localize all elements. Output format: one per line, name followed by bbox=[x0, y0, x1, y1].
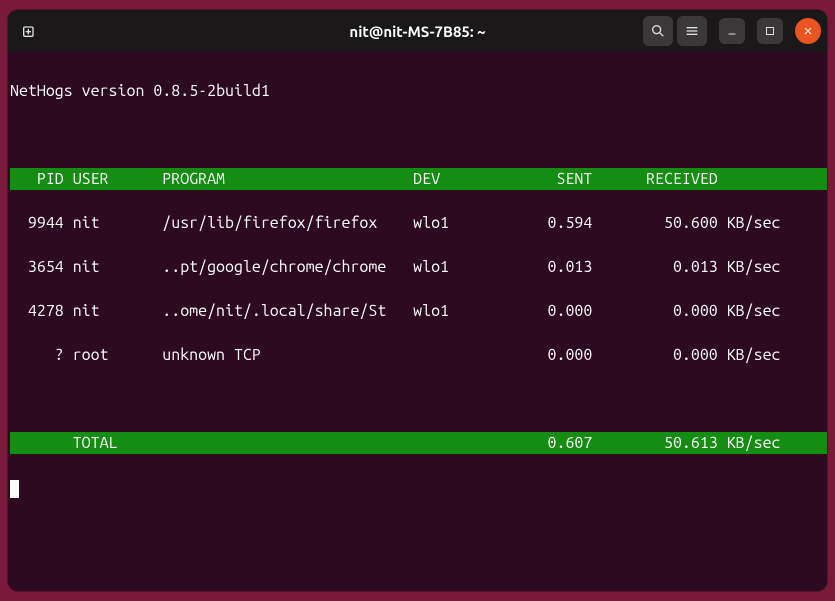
table-row: 3654nit..pt/google/chrome/chromewlo10.01… bbox=[10, 256, 827, 278]
col-user: USER bbox=[73, 168, 145, 190]
search-button[interactable] bbox=[643, 16, 673, 46]
table-row: ?rootunknown TCP0.0000.000KB/sec bbox=[10, 344, 827, 366]
table-row: 4278nit..ome/nit/.local/share/Stwlo10.00… bbox=[10, 300, 827, 322]
table-row: 9944nit/usr/lib/firefox/firefoxwlo10.594… bbox=[10, 212, 827, 234]
new-tab-button[interactable] bbox=[14, 16, 44, 46]
col-program: PROGRAM bbox=[162, 168, 413, 190]
col-dev: DEV bbox=[413, 168, 485, 190]
menu-button[interactable] bbox=[677, 16, 707, 46]
terminal-output[interactable]: NetHogs version 0.8.5-2build1 PID USER PRO… bbox=[8, 52, 827, 591]
col-received: RECEIVED bbox=[592, 168, 717, 190]
cursor bbox=[10, 480, 19, 498]
minimize-button[interactable] bbox=[719, 18, 745, 44]
column-header: PID USER PROGRAMDEVSENTRECEIVED bbox=[10, 168, 827, 190]
close-button[interactable] bbox=[795, 18, 821, 44]
total-row: TOTAL 0.60750.613KB/sec bbox=[10, 432, 827, 454]
terminal-window: nit@nit-MS-7B85: ~ NetHogs version 0.8.5… bbox=[8, 10, 827, 591]
col-sent: SENT bbox=[485, 168, 593, 190]
titlebar: nit@nit-MS-7B85: ~ bbox=[8, 10, 827, 52]
col-pid: PID bbox=[10, 168, 64, 190]
total-label: TOTAL bbox=[73, 432, 145, 454]
version-line: NetHogs version 0.8.5-2build1 bbox=[10, 80, 827, 102]
maximize-button[interactable] bbox=[757, 18, 783, 44]
